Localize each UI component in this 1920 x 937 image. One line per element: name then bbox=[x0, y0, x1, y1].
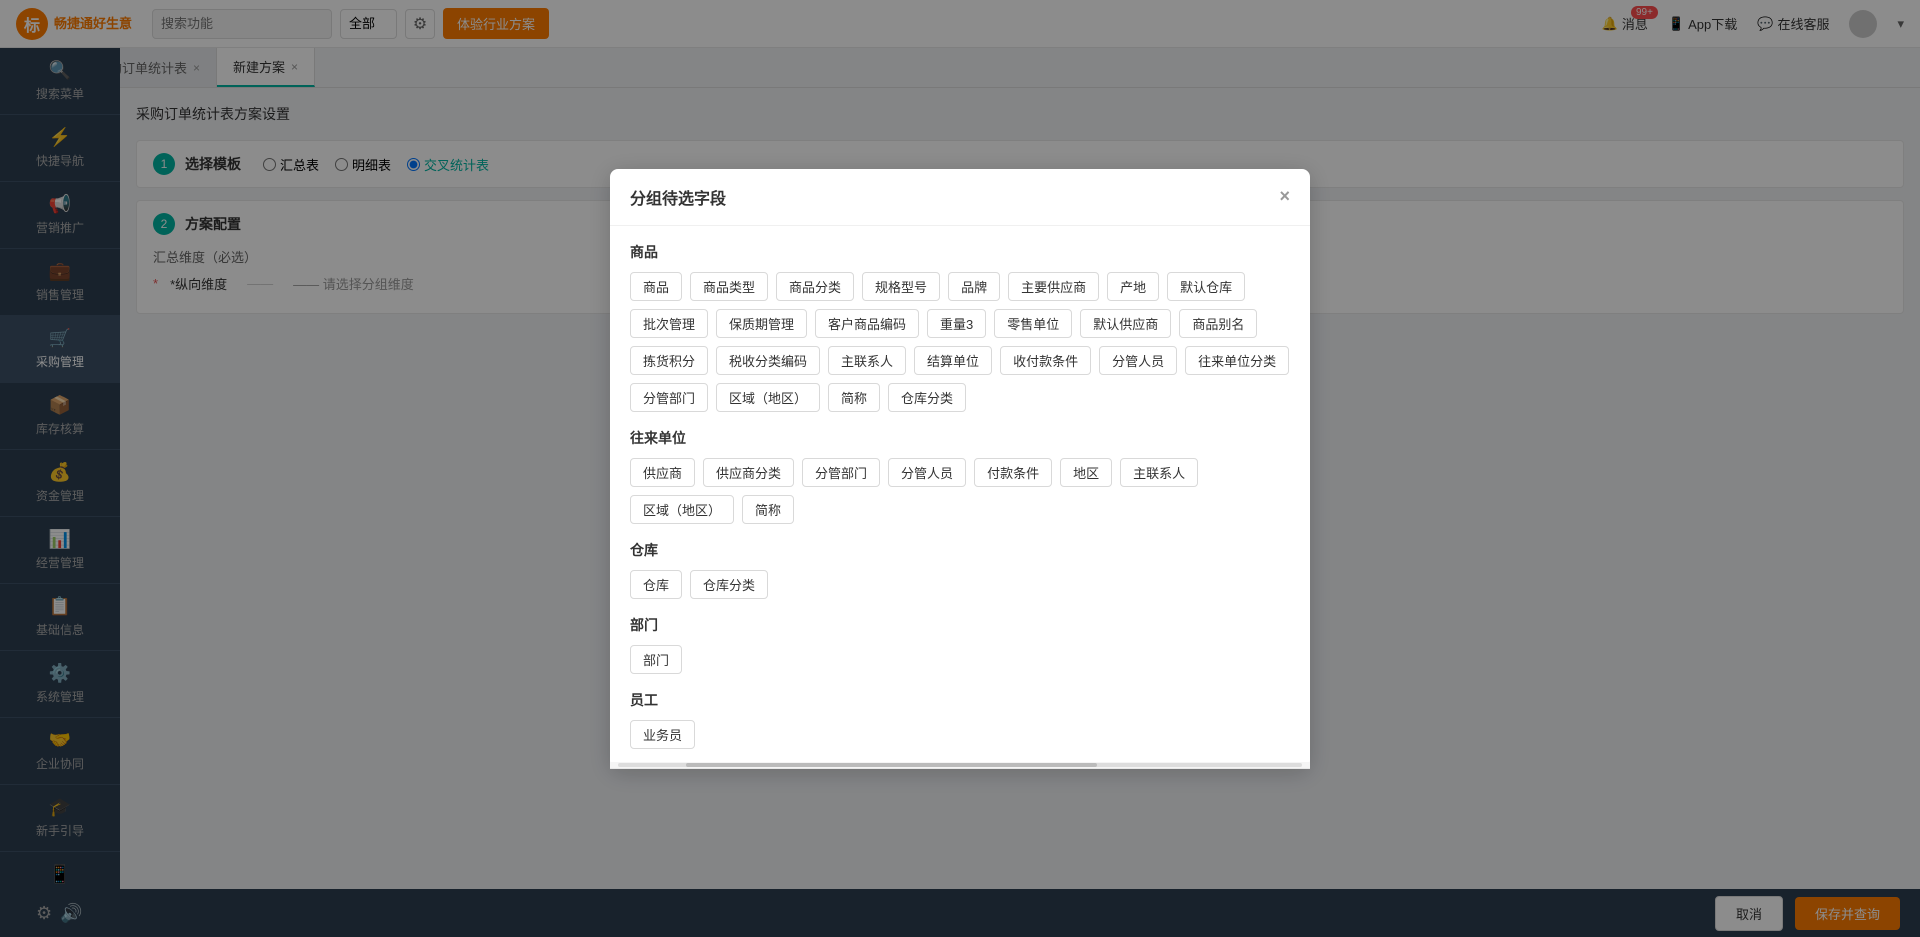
field-chip[interactable]: 结算单位 bbox=[914, 346, 992, 375]
field-chip[interactable]: 客户商品编码 bbox=[815, 309, 919, 338]
field-chips: 商品商品类型商品分类规格型号品牌主要供应商产地默认仓库批次管理保质期管理客户商品… bbox=[630, 272, 1290, 412]
field-chip[interactable]: 商品分类 bbox=[776, 272, 854, 301]
field-chip[interactable]: 仓库分类 bbox=[888, 383, 966, 412]
field-chip[interactable]: 简称 bbox=[742, 495, 794, 524]
field-group-title: 仓库 bbox=[630, 540, 1290, 560]
field-chip[interactable]: 拣货积分 bbox=[630, 346, 708, 375]
field-chip[interactable]: 商品类型 bbox=[690, 272, 768, 301]
field-chip[interactable]: 付款条件 bbox=[974, 458, 1052, 487]
field-chip[interactable]: 产地 bbox=[1107, 272, 1159, 301]
field-group-商品: 商品商品商品类型商品分类规格型号品牌主要供应商产地默认仓库批次管理保质期管理客户… bbox=[630, 242, 1290, 412]
field-chip[interactable]: 批次管理 bbox=[630, 309, 708, 338]
field-group-员工: 员工业务员 bbox=[630, 690, 1290, 749]
field-group-部门: 部门部门 bbox=[630, 615, 1290, 674]
field-chip[interactable]: 保质期管理 bbox=[716, 309, 807, 338]
field-chip[interactable]: 部门 bbox=[630, 645, 682, 674]
modal-overlay: 分组待选字段 × 商品商品商品类型商品分类规格型号品牌主要供应商产地默认仓库批次… bbox=[0, 0, 1920, 937]
field-chip[interactable]: 分管人员 bbox=[1099, 346, 1177, 375]
field-select-modal: 分组待选字段 × 商品商品商品类型商品分类规格型号品牌主要供应商产地默认仓库批次… bbox=[610, 169, 1310, 769]
field-chip[interactable]: 供应商 bbox=[630, 458, 695, 487]
field-chip[interactable]: 税收分类编码 bbox=[716, 346, 820, 375]
field-chip[interactable]: 分管部门 bbox=[802, 458, 880, 487]
modal-title: 分组待选字段 bbox=[630, 185, 726, 209]
modal-header: 分组待选字段 × bbox=[610, 169, 1310, 226]
field-chip[interactable]: 简称 bbox=[828, 383, 880, 412]
field-chips: 部门 bbox=[630, 645, 1290, 674]
field-group-title: 往来单位 bbox=[630, 428, 1290, 448]
field-chip[interactable]: 商品别名 bbox=[1179, 309, 1257, 338]
field-chip[interactable]: 分管部门 bbox=[630, 383, 708, 412]
field-group-往来单位: 往来单位供应商供应商分类分管部门分管人员付款条件地区主联系人区域（地区） 简称 bbox=[630, 428, 1290, 524]
field-chip[interactable]: 零售单位 bbox=[994, 309, 1072, 338]
field-chip[interactable]: 区域（地区） bbox=[716, 383, 820, 412]
field-chip[interactable]: 主要供应商 bbox=[1008, 272, 1099, 301]
field-chip[interactable]: 分管人员 bbox=[888, 458, 966, 487]
field-chip[interactable]: 默认供应商 bbox=[1080, 309, 1171, 338]
field-chips: 仓库仓库分类 bbox=[630, 570, 1290, 599]
field-chip[interactable]: 商品 bbox=[630, 272, 682, 301]
field-chip[interactable]: 收付款条件 bbox=[1000, 346, 1091, 375]
field-chip[interactable]: 默认仓库 bbox=[1167, 272, 1245, 301]
field-chips: 业务员 bbox=[630, 720, 1290, 749]
field-group-仓库: 仓库仓库仓库分类 bbox=[630, 540, 1290, 599]
field-chip[interactable]: 地区 bbox=[1060, 458, 1112, 487]
field-chip[interactable]: 往来单位分类 bbox=[1185, 346, 1289, 375]
field-group-title: 员工 bbox=[630, 690, 1290, 710]
field-chip[interactable]: 区域（地区） bbox=[630, 495, 734, 524]
field-chip[interactable]: 仓库分类 bbox=[690, 570, 768, 599]
field-chip[interactable]: 供应商分类 bbox=[703, 458, 794, 487]
field-chip[interactable]: 主联系人 bbox=[828, 346, 906, 375]
field-chip[interactable]: 重量3 bbox=[927, 309, 986, 338]
field-chips: 供应商供应商分类分管部门分管人员付款条件地区主联系人区域（地区） 简称 bbox=[630, 458, 1290, 524]
field-group-title: 商品 bbox=[630, 242, 1290, 262]
modal-close-btn[interactable]: × bbox=[1279, 186, 1290, 207]
modal-body: 商品商品商品类型商品分类规格型号品牌主要供应商产地默认仓库批次管理保质期管理客户… bbox=[610, 226, 1310, 762]
field-chip[interactable]: 规格型号 bbox=[862, 272, 940, 301]
field-chip[interactable]: 仓库 bbox=[630, 570, 682, 599]
field-chip[interactable]: 业务员 bbox=[630, 720, 695, 749]
field-chip[interactable]: 主联系人 bbox=[1120, 458, 1198, 487]
field-group-title: 部门 bbox=[630, 615, 1290, 635]
field-chip[interactable]: 品牌 bbox=[948, 272, 1000, 301]
